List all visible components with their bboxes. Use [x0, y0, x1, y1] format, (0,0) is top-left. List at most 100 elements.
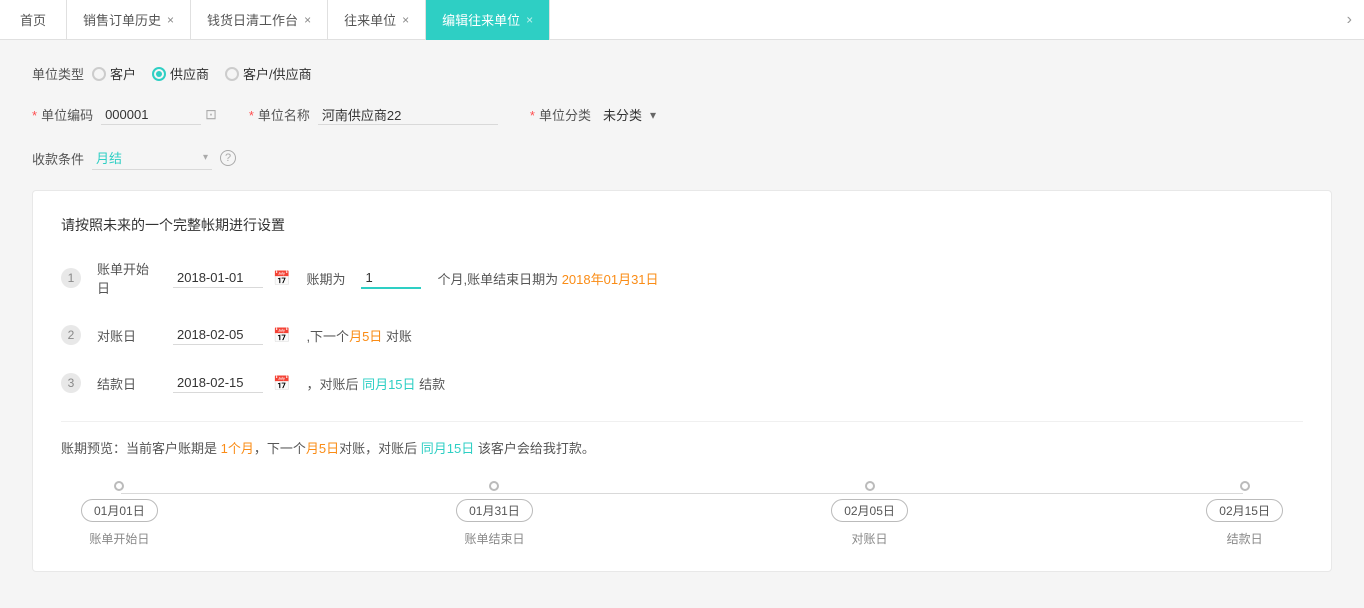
required-star-3: *	[530, 108, 535, 123]
period-desc-3: ，对账后 同月15日 结款	[306, 374, 445, 393]
period-months-input[interactable]	[361, 268, 421, 289]
timeline-label-1: 账单开始日	[89, 530, 149, 547]
unit-classify-chevron[interactable]: ▾	[646, 108, 660, 122]
unit-code-input-wrapper: ⊡	[101, 105, 217, 125]
timeline-dot-4	[1240, 481, 1250, 491]
timeline-dot-2	[489, 481, 499, 491]
payment-terms-group: 收款条件 月结 ▾ ?	[32, 146, 236, 170]
tab-partner[interactable]: 往来单位 ×	[328, 0, 426, 40]
unit-name-label: *单位名称	[249, 105, 310, 124]
period-desc-suffix-1: 个月,账单结束日期为 2018年01月31日	[437, 269, 658, 288]
tab-edit-partner-close[interactable]: ×	[526, 13, 533, 27]
tab-home-label: 首页	[20, 10, 46, 29]
payment-terms-dropdown[interactable]: 月结 ▾	[92, 146, 212, 170]
period-end-date: 2018年01月31日	[562, 272, 659, 287]
radio-supplier[interactable]: 供应商	[152, 64, 209, 83]
tab-cash-workbench[interactable]: 钱货日清工作台 ×	[191, 0, 328, 40]
calendar-icon-2[interactable]: 📅	[273, 327, 290, 344]
radio-both[interactable]: 客户/供应商	[225, 64, 312, 83]
payment-terms-label: 收款条件	[32, 149, 84, 168]
tab-home[interactable]: 首页	[0, 0, 67, 40]
timeline-node-3: 02月05日 对账日	[831, 481, 908, 547]
timeline-label-3: 对账日	[852, 530, 888, 547]
required-star-1: *	[32, 108, 37, 123]
timeline-dot-3	[865, 481, 875, 491]
period-date-wrapper-1: 📅	[173, 268, 290, 288]
form-payment-row: 收款条件 月结 ▾ ?	[32, 146, 1332, 170]
tab-sales-history-label: 销售订单历史	[83, 10, 161, 29]
timeline-badge-3: 02月05日	[831, 499, 908, 522]
timeline-node-1: 01月01日 账单开始日	[81, 481, 158, 547]
tab-partner-label: 往来单位	[344, 10, 396, 29]
unit-type-label: 单位类型	[32, 64, 84, 83]
period-date-wrapper-2: 📅	[173, 325, 290, 345]
timeline-dot-1	[114, 481, 124, 491]
period-label-1: 账单开始日	[97, 259, 157, 297]
unit-code-group: *单位编码 ⊡	[32, 105, 217, 125]
required-star-2: *	[249, 108, 254, 123]
tab-cash-workbench-close[interactable]: ×	[304, 13, 311, 27]
tab-edit-partner[interactable]: 编辑往来单位 ×	[426, 0, 550, 40]
period-desc-prefix-1: 账期为	[306, 269, 345, 288]
preview-months: 1个月	[221, 441, 254, 456]
timeline-node-2: 01月31日 账单结束日	[456, 481, 533, 547]
timeline-badge-4: 02月15日	[1206, 499, 1283, 522]
unit-type-group: 单位类型 客户 供应商 客户/供应商	[32, 64, 312, 83]
tab-arrow[interactable]: ›	[1335, 0, 1364, 40]
radio-group: 客户 供应商 客户/供应商	[92, 64, 312, 83]
timeline-label-4: 结款日	[1227, 530, 1263, 547]
preview-reconcile: 月5日	[306, 441, 339, 456]
radio-both-label: 客户/供应商	[243, 64, 312, 83]
unit-classify-label: *单位分类	[530, 105, 591, 124]
unit-name-input[interactable]	[318, 105, 498, 125]
period-num-3: 3	[61, 373, 81, 393]
period-label-2: 对账日	[97, 326, 157, 345]
period-date-wrapper-3: 📅	[173, 373, 290, 393]
timeline: 01月01日 账单开始日 01月31日 账单结束日 02月05日 对账日	[61, 481, 1303, 547]
period-row-1: 1 账单开始日 📅 账期为 个月,账单结束日期为 2018年01月31日	[61, 259, 1303, 297]
unit-classify-wrapper: 未分类 ▾	[599, 103, 660, 126]
preview-payment: 同月15日	[421, 441, 474, 456]
preview-text: 账期预览：当前客户账期是 1个月，下一个月5日对账，对账后 同月15日 该客户会…	[61, 438, 1303, 457]
timeline-node-4: 02月15日 结款日	[1206, 481, 1283, 547]
tab-bar: 首页 销售订单历史 × 钱货日清工作台 × 往来单位 × 编辑往来单位 × ›	[0, 0, 1364, 40]
timeline-badge-2: 01月31日	[456, 499, 533, 522]
period-label-3: 结款日	[97, 374, 157, 393]
calendar-icon-3[interactable]: 📅	[273, 375, 290, 392]
tab-cash-workbench-label: 钱货日清工作台	[207, 10, 298, 29]
radio-customer[interactable]: 客户	[92, 64, 136, 83]
period-date-input-1[interactable]	[173, 268, 263, 288]
period-desc-2: ,下一个月5日 对账	[306, 326, 411, 345]
period-settings-card: 请按照未来的一个完整帐期进行设置 1 账单开始日 📅 账期为 个月,账单结束日期…	[32, 190, 1332, 572]
period-row-2: 2 对账日 📅 ,下一个月5日 对账	[61, 325, 1303, 345]
period-date-input-3[interactable]	[173, 373, 263, 393]
unit-classify-group: *单位分类 未分类 ▾	[530, 103, 660, 126]
radio-supplier-label: 供应商	[170, 64, 209, 83]
unit-code-label: *单位编码	[32, 105, 93, 124]
tab-edit-partner-label: 编辑往来单位	[442, 10, 520, 29]
radio-supplier-circle	[152, 67, 166, 81]
period-date-input-2[interactable]	[173, 325, 263, 345]
reconcile-day: 月5日	[349, 329, 382, 344]
timeline-badge-1: 01月01日	[81, 499, 158, 522]
period-row-3: 3 结款日 📅 ，对账后 同月15日 结款	[61, 373, 1303, 393]
payment-terms-chevron: ▾	[199, 152, 212, 163]
calendar-icon-1[interactable]: 📅	[273, 270, 290, 287]
main-content: 单位类型 客户 供应商 客户/供应商 *单位编码	[0, 40, 1364, 608]
tab-partner-close[interactable]: ×	[402, 13, 409, 27]
unit-code-input[interactable]	[101, 105, 201, 125]
preview-section: 账期预览：当前客户账期是 1个月，下一个月5日对账，对账后 同月15日 该客户会…	[61, 421, 1303, 547]
radio-both-circle	[225, 67, 239, 81]
timeline-label-2: 账单结束日	[464, 530, 524, 547]
help-icon[interactable]: ?	[220, 150, 236, 166]
timeline-nodes: 01月01日 账单开始日 01月31日 账单结束日 02月05日 对账日	[81, 481, 1283, 547]
unit-classify-value: 未分类	[599, 103, 646, 126]
copy-icon[interactable]: ⊡	[205, 106, 217, 123]
payment-day: 同月15日	[362, 377, 415, 392]
card-title: 请按照未来的一个完整帐期进行设置	[61, 215, 1303, 235]
radio-customer-circle	[92, 67, 106, 81]
tab-sales-history[interactable]: 销售订单历史 ×	[67, 0, 191, 40]
form-unit-type-row: 单位类型 客户 供应商 客户/供应商	[32, 64, 1332, 83]
period-num-1: 1	[61, 268, 81, 288]
tab-sales-history-close[interactable]: ×	[167, 13, 174, 27]
